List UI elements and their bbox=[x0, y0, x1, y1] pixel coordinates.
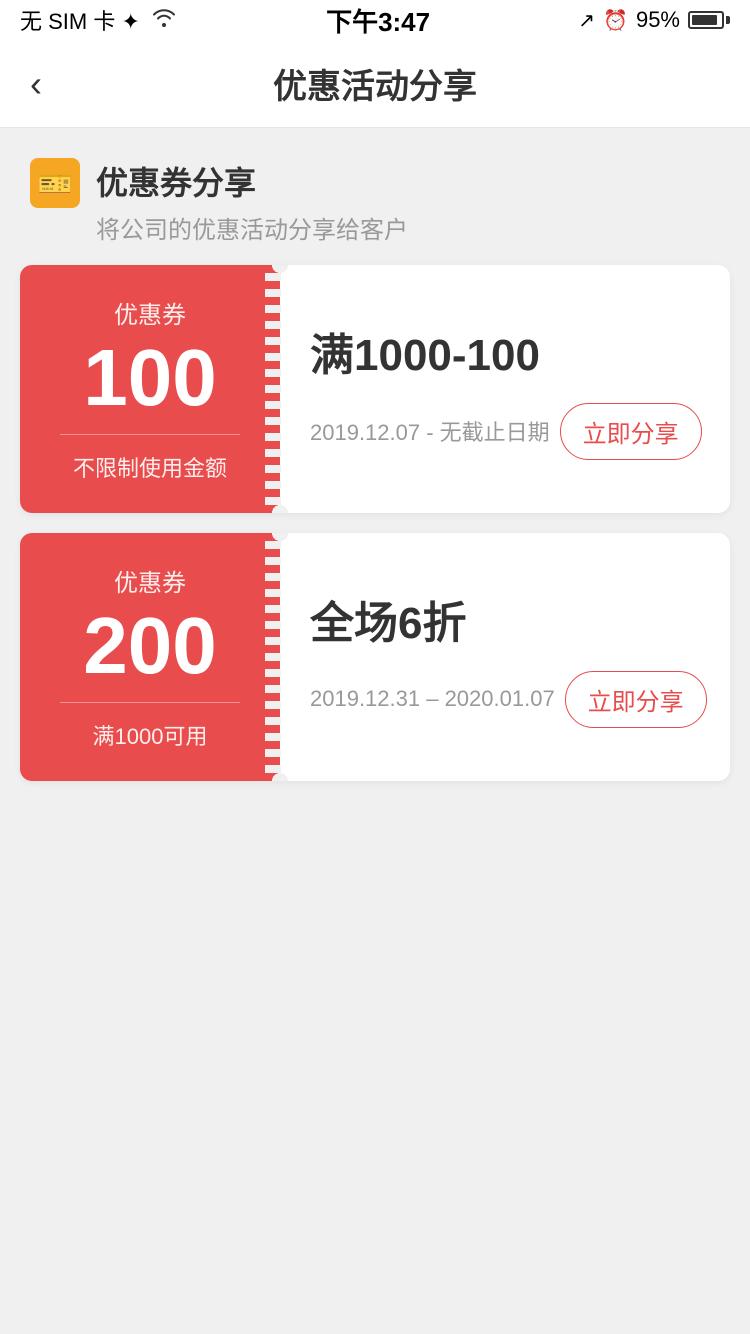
coupon-list: 优惠券 100 不限制使用金额 满1000-100 2019.12.07 - 无… bbox=[0, 265, 750, 801]
coupon-left-1: 优惠券 100 不限制使用金额 bbox=[20, 265, 280, 513]
coupon-card-2: 优惠券 200 满1000可用 全场6折 2019.12.31 – 2020.0… bbox=[20, 533, 730, 781]
section-icon: 🎫 bbox=[30, 158, 80, 208]
battery-percent: 95% bbox=[636, 7, 680, 33]
section-title: 优惠券分享 bbox=[96, 158, 408, 204]
page-title: 优惠活动分享 bbox=[273, 59, 477, 108]
coupon-divider-2 bbox=[60, 702, 240, 703]
coupon-label-1: 优惠券 bbox=[114, 295, 186, 330]
nav-bar: ‹ 优惠活动分享 bbox=[0, 40, 750, 128]
coupon-dates-1: 2019.12.07 - 无截止日期 bbox=[310, 415, 550, 447]
status-bar: 无 SIM 卡 ✦ 下午3:47 ↗ ⏰ 95% bbox=[0, 0, 750, 40]
coupon-info-row-2: 2019.12.31 – 2020.01.07 立即分享 bbox=[310, 671, 700, 728]
section-header: 🎫 优惠券分享 将公司的优惠活动分享给客户 bbox=[0, 128, 750, 265]
coupon-divider-1 bbox=[60, 434, 240, 435]
share-button-1[interactable]: 立即分享 bbox=[560, 403, 702, 460]
status-right: ↗ ⏰ 95% bbox=[578, 7, 730, 33]
coupon-name-2: 全场6折 bbox=[310, 587, 700, 651]
coupon-card-1: 优惠券 100 不限制使用金额 满1000-100 2019.12.07 - 无… bbox=[20, 265, 730, 513]
coupon-amount-2: 200 bbox=[83, 606, 216, 686]
coupon-label-2: 优惠券 bbox=[114, 563, 186, 598]
coupon-left-2: 优惠券 200 满1000可用 bbox=[20, 533, 280, 781]
coupon-name-1: 满1000-100 bbox=[310, 319, 700, 383]
back-button[interactable]: ‹ bbox=[30, 63, 42, 105]
share-button-2[interactable]: 立即分享 bbox=[565, 671, 707, 728]
coupon-condition-2: 满1000可用 bbox=[93, 719, 208, 751]
section-subtitle: 将公司的优惠活动分享给客户 bbox=[96, 210, 408, 245]
coupon-condition-1: 不限制使用金额 bbox=[73, 451, 227, 483]
battery-icon bbox=[688, 11, 730, 29]
coupon-amount-1: 100 bbox=[83, 338, 216, 418]
section-text: 优惠券分享 将公司的优惠活动分享给客户 bbox=[96, 158, 408, 245]
alarm-icon: ⏰ bbox=[603, 8, 628, 33]
status-time: 下午3:47 bbox=[326, 2, 430, 39]
status-left: 无 SIM 卡 ✦ bbox=[20, 4, 178, 36]
wifi-icon bbox=[150, 7, 178, 33]
coupon-info-row-1: 2019.12.07 - 无截止日期 立即分享 bbox=[310, 403, 700, 460]
sim-text: 无 SIM 卡 ✦ bbox=[20, 4, 140, 36]
location-icon: ↗ bbox=[578, 8, 595, 33]
coupon-right-1: 满1000-100 2019.12.07 - 无截止日期 立即分享 bbox=[280, 265, 730, 513]
coupon-dates-2: 2019.12.31 – 2020.01.07 bbox=[310, 686, 555, 712]
coupon-right-2: 全场6折 2019.12.31 – 2020.01.07 立即分享 bbox=[280, 533, 730, 781]
